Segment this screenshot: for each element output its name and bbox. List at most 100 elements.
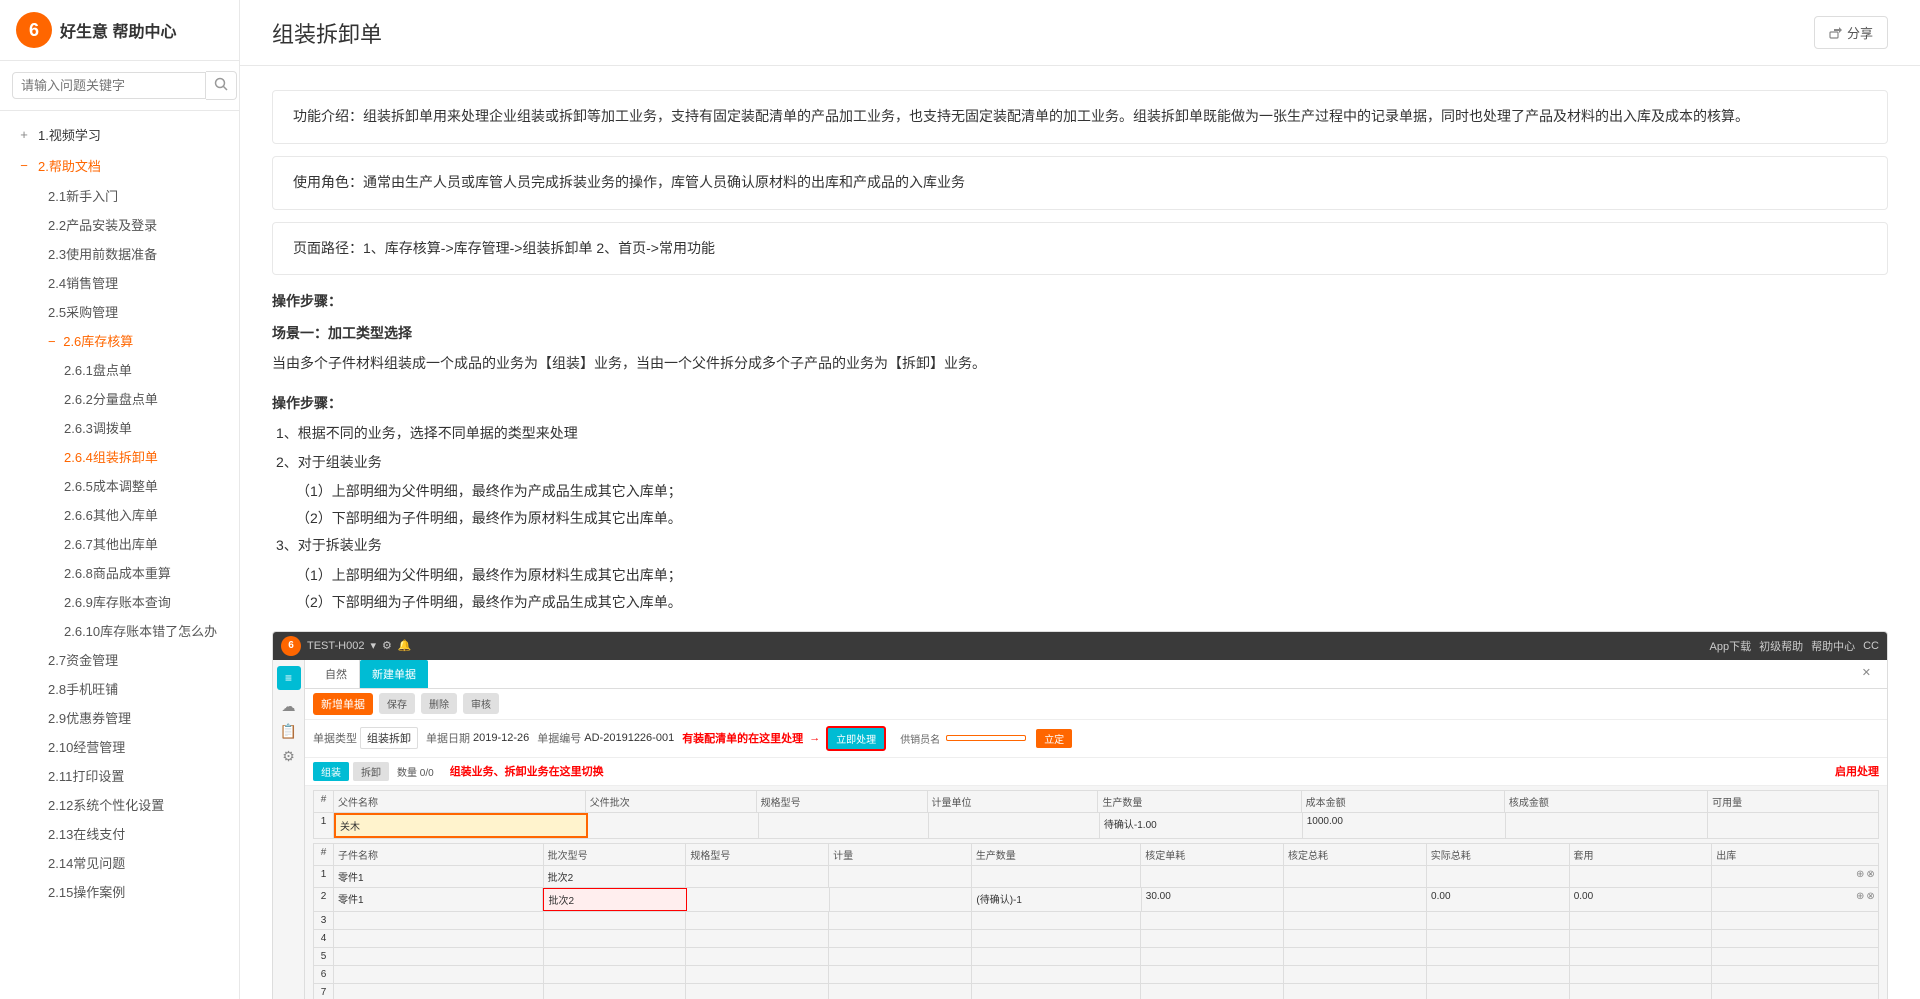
screenshot-child-row3: 3 xyxy=(313,912,1879,930)
screenshot-form-fields: 单据类型 组装拆卸 单据日期 2019-12-26 单据编号 AD-201912… xyxy=(305,720,1887,758)
screenshot-parent-row1: 1 关木 待确认-1.00 1000.00 xyxy=(313,813,1879,839)
screenshot-app-download: App下载 xyxy=(1710,638,1752,654)
nav-child-2-7[interactable]: 2.7资金管理 xyxy=(16,645,239,674)
screenshot-confirm-btn[interactable]: 立定 xyxy=(1036,729,1072,748)
search-input[interactable] xyxy=(12,72,206,99)
nav-child-2-6-8[interactable]: 2.6.8商品成本重算 xyxy=(32,558,239,587)
screenshot-app-bar-right: App下载 初级帮助 帮助中心 CC xyxy=(1710,638,1879,654)
intro-block-1: 功能介绍：组装拆卸单用来处理企业组装或拆卸等加工业务，支持有固定装配清单的产品加… xyxy=(272,90,1888,144)
screenshot-child-row5: 5 xyxy=(313,948,1879,966)
screenshot-tab-ziran: 自然 xyxy=(313,660,360,688)
nav-child-2-6-6[interactable]: 2.6.6其他入库单 xyxy=(32,500,239,529)
screenshot-panel-icon1: ≡ xyxy=(277,666,301,690)
screenshot-parent-header: # 父件名称 父件批次 规格型号 计量单位 生产数量 成本金额 核成金额 可用量 xyxy=(313,790,1879,813)
plus-icon: + xyxy=(16,127,32,143)
screenshot-app-bar: 6 TEST-H002 ▾ ⚙ 🔔 App下载 初级帮助 帮助中心 CC xyxy=(273,632,1887,660)
screenshot-btn4[interactable]: 审核 xyxy=(463,693,499,714)
screenshot-inner: 6 TEST-H002 ▾ ⚙ 🔔 App下载 初级帮助 帮助中心 CC xyxy=(273,632,1887,999)
screenshot-type-switch: 组装 拆卸 数量 0/0 组装业务、拆卸业务在这里切换 启用处理 xyxy=(305,758,1887,786)
nav-child-2-15[interactable]: 2.15操作案例 xyxy=(16,877,239,906)
nav-child-2-14[interactable]: 2.14常见问题 xyxy=(16,848,239,877)
intro-text-2: 使用角色：通常由生产人员或库管人员完成拆装业务的操作，库管人员确认原材料的出库和… xyxy=(293,174,965,190)
nav-child-2-6-7[interactable]: 2.6.7其他出库单 xyxy=(32,529,239,558)
step2-sub2: （2）下部明细为子件明细，最终作为原材料生成其它出库单。 xyxy=(272,506,1888,531)
intro-text-1: 功能介绍：组装拆卸单用来处理企业组装或拆卸等加工业务，支持有固定装配清单的产品加… xyxy=(293,108,1749,124)
nav-2-6-children: 2.6.1盘点单 2.6.2分量盘点单 2.6.3调拨单 2.6.4组装拆卸单 … xyxy=(16,355,239,645)
screenshot-field-date: 单据日期 2019-12-26 xyxy=(426,726,529,751)
nav-child-2-8[interactable]: 2.8手机旺铺 xyxy=(16,674,239,703)
content-area: 功能介绍：组装拆卸单用来处理企业组装或拆卸等加工业务，支持有固定装配清单的产品加… xyxy=(240,66,1920,999)
screenshot-org: TEST-H002 xyxy=(307,640,364,652)
screenshot-no-value: AD-20191226-001 xyxy=(584,732,674,744)
screenshot-annotation-type-switch: 组装业务、拆卸业务在这里切换 xyxy=(450,763,604,779)
nav-child-2-13[interactable]: 2.13在线支付 xyxy=(16,819,239,848)
screenshot-panel-icon2: ☁ xyxy=(282,698,296,715)
intro-text-3: 页面路径：1、库存核算->库存管理->组装拆卸单 2、首页->常用功能 xyxy=(293,240,715,256)
screenshot-tab-new: 新建单据 xyxy=(360,660,428,688)
screenshot-type-tabs: 组装 拆卸 xyxy=(313,762,389,781)
screenshot-btn3[interactable]: 删除 xyxy=(421,693,457,714)
screenshot-annotation-label-1: 有装配清单的在这里处理 xyxy=(682,730,803,746)
screenshot-date-value: 2019-12-26 xyxy=(473,732,529,744)
sidebar-item-video-label: 1.视频学习 xyxy=(38,125,101,144)
sidebar-item-docs[interactable]: − 2.帮助文档 2.1新手入门 2.2产品安装及登录 2.3使用前数据准备 2… xyxy=(0,150,239,906)
nav-child-2-6[interactable]: − 2.6库存核算 xyxy=(16,326,239,355)
sidebar-item-video[interactable]: + 1.视频学习 xyxy=(0,119,239,150)
nav-tree: + 1.视频学习 − 2.帮助文档 2.1新手入门 2.2产品安装及登录 2.3… xyxy=(0,111,239,999)
screenshot-child-row6: 6 xyxy=(313,966,1879,984)
screenshot-logo: 6 xyxy=(281,636,301,656)
screenshot-child-row2: 2 零件1 批次2 (待确认)-1 30.00 0.00 0.00 xyxy=(313,888,1879,912)
scenario1-title: 场景一：加工类型选择 xyxy=(272,323,1888,343)
app-title: 好生意 帮助中心 xyxy=(60,18,176,42)
nav-child-2-11[interactable]: 2.11打印设置 xyxy=(16,761,239,790)
docs-children: 2.1新手入门 2.2产品安装及登录 2.3使用前数据准备 2.4销售管理 2.… xyxy=(0,181,239,906)
nav-child-2-1[interactable]: 2.1新手入门 xyxy=(16,181,239,210)
screenshot-submit-btn[interactable]: 立即处理 xyxy=(826,726,886,751)
main-header: 组装拆卸单 分享 xyxy=(240,0,1920,66)
share-button[interactable]: 分享 xyxy=(1814,16,1888,49)
step2-sub1: （1）上部明细为父件明细，最终作为产成品生成其它入库单； xyxy=(272,479,1888,504)
screenshot-supplier-input xyxy=(946,735,1026,741)
screenshot-annotation-area: 有装配清单的在这里处理 → 立即处理 供销员名 立定 xyxy=(682,726,1879,751)
screenshot-child-header: # 子件名称 批次型号 规格型号 计量 生产数量 核定单耗 核定总耗 实际总耗 … xyxy=(313,843,1879,866)
screenshot-dropdown-icon: ▾ xyxy=(370,639,376,652)
step2: 2、对于组装业务 xyxy=(272,450,1888,475)
nav-child-2-3[interactable]: 2.3使用前数据准备 xyxy=(16,239,239,268)
step3-sub2: （2）下部明细为子件明细，最终作为产成品生成其它入库单。 xyxy=(272,590,1888,615)
nav-child-2-2[interactable]: 2.2产品安装及登录 xyxy=(16,210,239,239)
intro-block-3: 页面路径：1、库存核算->库存管理->组装拆卸单 2、首页->常用功能 xyxy=(272,222,1888,276)
screenshot-help-basic: 初级帮助 xyxy=(1759,638,1803,654)
nav-child-2-10[interactable]: 2.10经营管理 xyxy=(16,732,239,761)
nav-child-2-6-9[interactable]: 2.6.9库存账本查询 xyxy=(32,587,239,616)
screenshot-child-table: # 子件名称 批次型号 规格型号 计量 生产数量 核定单耗 核定总耗 实际总耗 … xyxy=(313,843,1879,999)
nav-child-2-6-3[interactable]: 2.6.3调拨单 xyxy=(32,413,239,442)
nav-child-2-12[interactable]: 2.12系统个性化设置 xyxy=(16,790,239,819)
screenshot-left-panel: ≡ ☁ 📋 ⚙ xyxy=(273,660,305,999)
screenshot-settings-icon: ⚙ xyxy=(382,639,392,652)
page-title: 组装拆卸单 xyxy=(272,17,382,49)
nav-child-2-6-4[interactable]: 2.6.4组装拆卸单 xyxy=(32,442,239,471)
nav-child-2-4[interactable]: 2.4销售管理 xyxy=(16,268,239,297)
share-icon xyxy=(1829,26,1843,40)
screenshot-new-btn[interactable]: 新增单据 xyxy=(313,693,373,715)
screenshot-panel-icon3: 📋 xyxy=(280,723,297,740)
screenshot-field-no: 单据编号 AD-20191226-001 xyxy=(537,726,674,751)
nav-child-2-6-10[interactable]: 2.6.10库存账本错了怎么办 xyxy=(32,616,239,645)
minus-icon-2-6: − xyxy=(48,334,56,349)
screenshot-parent-table: # 父件名称 父件批次 规格型号 计量单位 生产数量 成本金额 核成金额 可用量 xyxy=(313,790,1879,839)
screenshot-type-value: 组装拆卸 xyxy=(360,727,418,749)
nav-child-2-6-2[interactable]: 2.6.2分量盘点单 xyxy=(32,384,239,413)
nav-child-2-9[interactable]: 2.9优惠券管理 xyxy=(16,703,239,732)
search-button[interactable] xyxy=(206,71,237,100)
nav-child-2-5[interactable]: 2.5采购管理 xyxy=(16,297,239,326)
search-box xyxy=(0,61,239,111)
screenshot-child-row1: 1 零件1 批次2 xyxy=(313,866,1879,888)
nav-child-2-6-1[interactable]: 2.6.1盘点单 xyxy=(32,355,239,384)
screenshot-btn2[interactable]: 保存 xyxy=(379,693,415,714)
screenshot-annotation-enable: 启用处理 xyxy=(1835,763,1879,779)
main-content: 组装拆卸单 分享 功能介绍：组装拆卸单用来处理企业组装或拆卸等加工业务，支持有固… xyxy=(240,0,1920,999)
screenshot-panel-icon4: ⚙ xyxy=(282,748,295,765)
screenshot-child-row4: 4 xyxy=(313,930,1879,948)
nav-child-2-6-5[interactable]: 2.6.5成本调整单 xyxy=(32,471,239,500)
intro-block-2: 使用角色：通常由生产人员或库管人员完成拆装业务的操作，库管人员确认原材料的出库和… xyxy=(272,156,1888,210)
